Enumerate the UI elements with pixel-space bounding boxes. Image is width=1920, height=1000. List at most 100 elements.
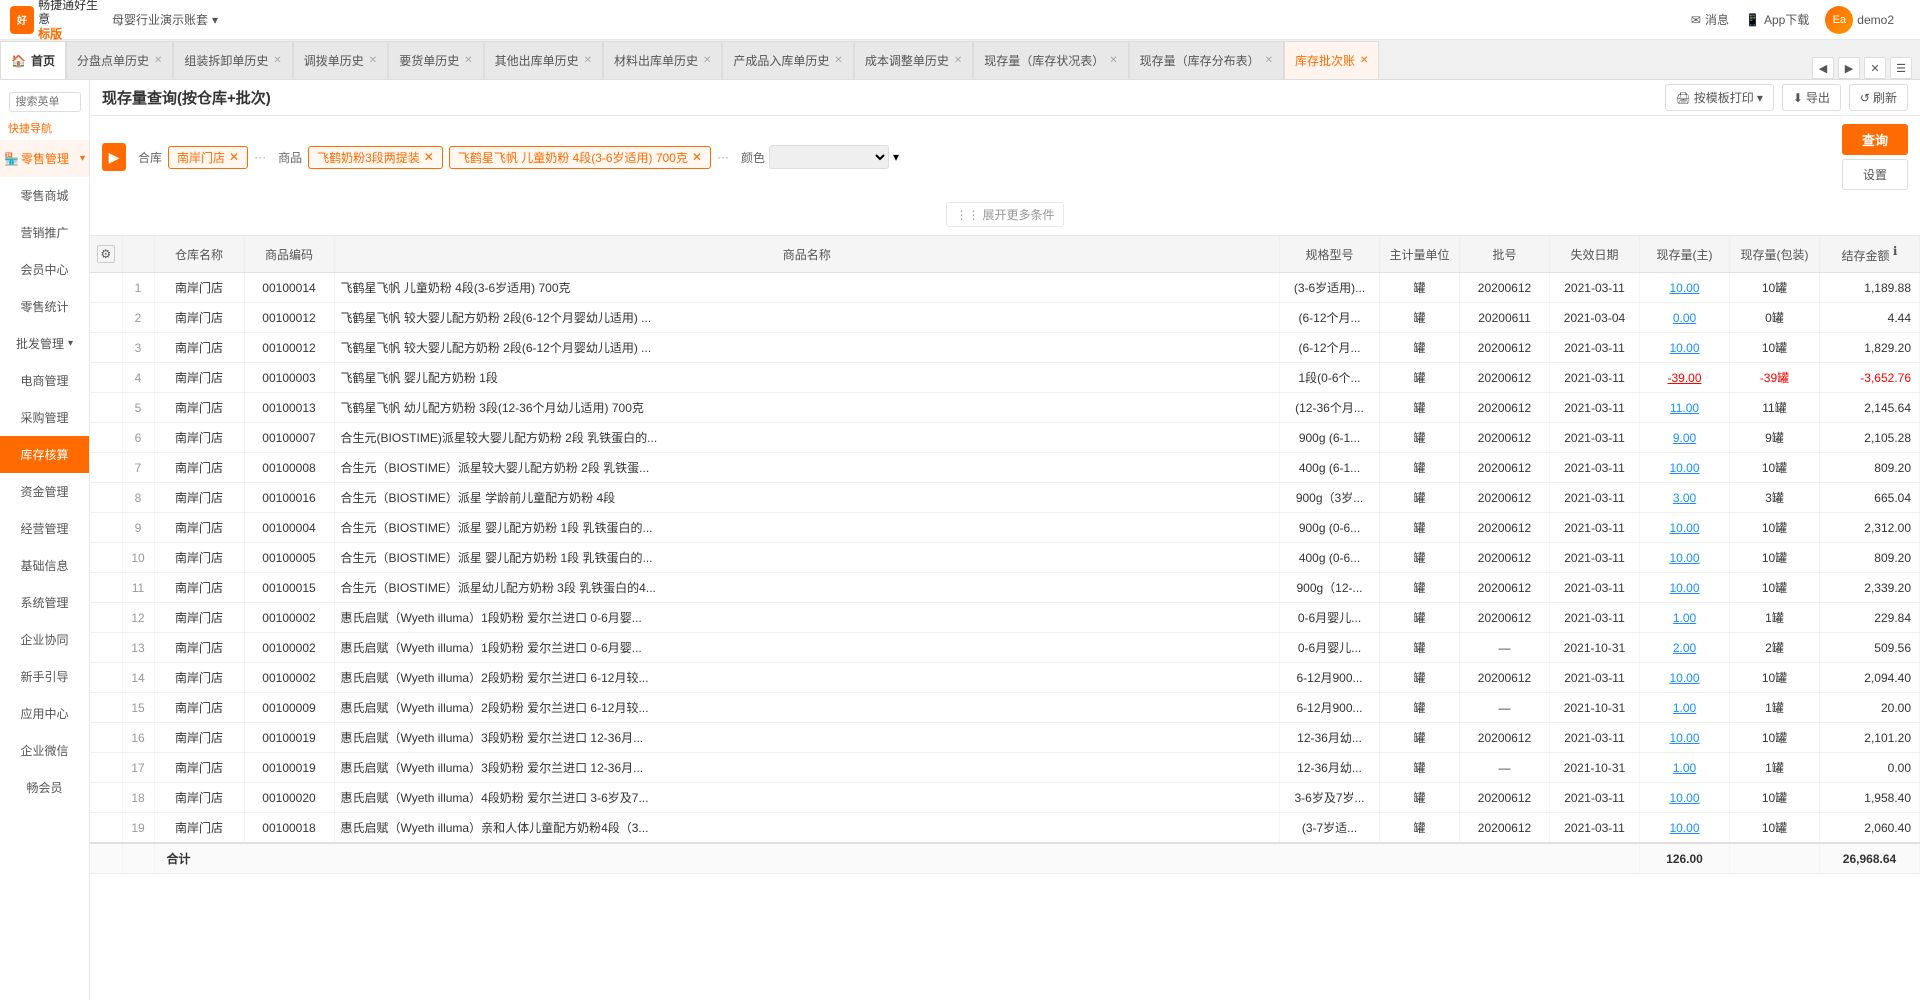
col-spec: 规格型号	[1280, 236, 1380, 273]
product-tag-1-remove[interactable]: ✕	[424, 150, 434, 164]
filter-area: ▶ 合库 南岸门店 ✕ ··· 商品 飞鹤奶粉3段两提装 ✕	[90, 116, 1920, 236]
query-buttons: 查询 设置	[1842, 124, 1908, 190]
logo-icon: 好	[10, 6, 34, 34]
top-right-actions: ✉ 消息 📱 App下载 Ea demo2	[1675, 6, 1910, 34]
table-footer: 合计 126.00 26,968.64	[90, 843, 1920, 874]
tab-stock-batch[interactable]: 库存批次账 ✕	[1284, 41, 1379, 79]
sidebar-item-corp-collab[interactable]: 企业协同	[0, 621, 89, 658]
table-row: 15 南岸门店 00100009 惠氏启赋（Wyeth illuma）2段奶粉 …	[90, 693, 1920, 723]
tab-fen-pan[interactable]: 分盘点单历史 ✕	[66, 41, 173, 79]
refresh-btn[interactable]: ↺ 刷新	[1849, 84, 1908, 111]
filter-expand-arrow[interactable]: ▶	[102, 143, 126, 171]
col-amount: 结存金额 ℹ	[1820, 236, 1920, 273]
sidebar-item-retail-stats[interactable]: 零售统计	[0, 288, 89, 325]
user-profile[interactable]: Ea demo2	[1825, 6, 1894, 34]
search-input[interactable]	[9, 92, 81, 112]
col-warehouse: 仓库名称	[154, 236, 244, 273]
sidebar-item-marketing[interactable]: 营销推广	[0, 214, 89, 251]
table-row: 17 南岸门店 00100019 惠氏启赋（Wyeth illuma）3段奶粉 …	[90, 753, 1920, 783]
page-title: 现存量查询(按仓库+批次)	[102, 87, 1659, 108]
avatar: Ea	[1825, 6, 1853, 34]
template-print-btn[interactable]: 🖨 按模板打印 ▾	[1665, 84, 1774, 111]
logo-text: 畅捷通好生意 标版	[38, 0, 100, 41]
table-row: 4 南岸门店 00100003 飞鹤星飞帆 婴儿配方奶粉 1段 1段(0-6个.…	[90, 363, 1920, 393]
tab-close-btn[interactable]: ✕	[1864, 57, 1886, 79]
sidebar-item-inventory[interactable]: 库存核算	[0, 436, 89, 473]
sidebar-item-retail-mall[interactable]: 零售商城	[0, 177, 89, 214]
table-row: 3 南岸门店 00100012 飞鹤星飞帆 较大婴儿配方奶粉 2段(6-12个月…	[90, 333, 1920, 363]
tab-yao-huo[interactable]: 要货单历史 ✕	[388, 41, 483, 79]
export-btn[interactable]: ⬇ 导出	[1782, 84, 1841, 111]
table-row: 11 南岸门店 00100015 合生元（BIOSTIME）派星幼儿配方奶粉 3…	[90, 573, 1920, 603]
nav-tab-controls: ◀ ▶ ✕ ☰	[1812, 57, 1920, 79]
table-row: 6 南岸门店 00100007 合生元(BIOSTIME)派星较大婴儿配方奶粉 …	[90, 423, 1920, 453]
sidebar-item-wholesale[interactable]: 批发管理 ▾	[0, 325, 89, 362]
message-btn[interactable]: ✉ 消息	[1691, 11, 1729, 28]
table-row: 5 南岸门店 00100013 飞鹤星飞帆 幼儿配方奶粉 3段(12-36个月幼…	[90, 393, 1920, 423]
sidebar-item-new-guide[interactable]: 新手引导	[0, 658, 89, 695]
settings-btn[interactable]: 设置	[1842, 159, 1908, 190]
warehouse-label: 合库	[138, 149, 162, 166]
sidebar-search[interactable]	[5, 88, 85, 116]
sidebar-item-member[interactable]: 会员中心	[0, 251, 89, 288]
col-qty-main: 现存量(主)	[1640, 236, 1730, 273]
tab-prev-btn[interactable]: ◀	[1812, 57, 1834, 79]
color-select[interactable]	[769, 145, 889, 169]
tab-zu-chai[interactable]: 组装拆卸单历史 ✕	[173, 41, 292, 79]
col-qty-pkg: 现存量(包装)	[1730, 236, 1820, 273]
expand-row: ⋮⋮ 展开更多条件	[102, 196, 1908, 227]
footer-total-amount: 26,968.64	[1820, 843, 1920, 874]
warehouse-tag[interactable]: 南岸门店 ✕	[168, 146, 248, 169]
quick-nav[interactable]: 快捷导航	[0, 116, 89, 140]
table-header-row: ⚙ 仓库名称 商品编码 商品名称 规格型号 主计量单位 批号 失效日期 现存量(…	[90, 236, 1920, 273]
sidebar-item-biz-mgmt[interactable]: 经营管理	[0, 510, 89, 547]
color-label: 颜色	[741, 149, 765, 166]
sidebar-item-sys-mgmt[interactable]: 系统管理	[0, 584, 89, 621]
product-more[interactable]: ···	[717, 150, 729, 164]
sidebar-item-corp-wechat[interactable]: 企业微信	[0, 732, 89, 769]
sidebar-item-basic-info[interactable]: 基础信息	[0, 547, 89, 584]
inventory-table: ⚙ 仓库名称 商品编码 商品名称 规格型号 主计量单位 批号 失效日期 现存量(…	[90, 236, 1920, 874]
top-bar: 好 畅捷通好生意 标版 母婴行业演示账套 ▾ ✉ 消息 📱 App下载 Ea d…	[0, 0, 1920, 40]
tab-stock-status[interactable]: 现存量（库存状况表） ✕	[973, 41, 1128, 79]
tab-stock-dist[interactable]: 现存量（库存分布表） ✕	[1129, 41, 1284, 79]
table-row: 19 南岸门店 00100018 惠氏启赋（Wyeth illuma）亲和人体儿…	[90, 813, 1920, 844]
sidebar-item-finance[interactable]: 资金管理	[0, 473, 89, 510]
filter-row: ▶ 合库 南岸门店 ✕ ··· 商品 飞鹤奶粉3段两提装 ✕	[102, 124, 1908, 190]
tab-other-out[interactable]: 其他出库单历史 ✕	[484, 41, 603, 79]
warehouse-tag-remove[interactable]: ✕	[229, 150, 239, 164]
product-tag-2-remove[interactable]: ✕	[692, 150, 702, 164]
tab-material-out[interactable]: 材料出库单历史 ✕	[603, 41, 722, 79]
table-row: 10 南岸门店 00100005 合生元（BIOSTIME）派星 婴儿配方奶粉 …	[90, 543, 1920, 573]
warehouse-more[interactable]: ···	[254, 150, 266, 164]
table-row: 8 南岸门店 00100016 合生元（BIOSTIME）派星 学龄前儿童配方奶…	[90, 483, 1920, 513]
col-settings[interactable]: ⚙	[90, 236, 122, 273]
query-btn[interactable]: 查询	[1842, 124, 1908, 155]
tab-home[interactable]: 🏠 首页	[0, 41, 66, 79]
tab-next-btn[interactable]: ▶	[1838, 57, 1860, 79]
sidebar-item-app-center[interactable]: 应用中心	[0, 695, 89, 732]
tab-diao-bo[interactable]: 调拨单历史 ✕	[293, 41, 388, 79]
tab-menu-btn[interactable]: ☰	[1890, 57, 1912, 79]
settings-icon[interactable]: ⚙	[97, 245, 115, 263]
industry-selector[interactable]: 母婴行业演示账套 ▾	[100, 11, 230, 28]
table-row: 12 南岸门店 00100002 惠氏启赋（Wyeth illuma）1段奶粉 …	[90, 603, 1920, 633]
header-actions: 🖨 按模板打印 ▾ ⬇ 导出 ↺ 刷新	[1665, 84, 1908, 111]
product-label: 商品	[278, 149, 302, 166]
sidebar-item-ecommerce[interactable]: 电商管理	[0, 362, 89, 399]
table-row: 2 南岸门店 00100012 飞鹤星飞帆 较大婴儿配方奶粉 2段(6-12个月…	[90, 303, 1920, 333]
warehouse-filter: 合库 南岸门店 ✕ ···	[138, 146, 266, 169]
expand-btn[interactable]: ⋮⋮ 展开更多条件	[946, 202, 1063, 227]
tab-cost-adjust[interactable]: 成本调整单历史 ✕	[854, 41, 973, 79]
product-tag-2[interactable]: 飞鹤星飞帆 儿童奶粉 4段(3-6岁适用) 700克 ✕	[449, 146, 711, 169]
sidebar-item-purchase[interactable]: 采购管理	[0, 399, 89, 436]
col-expire: 失效日期	[1550, 236, 1640, 273]
sidebar-item-vip[interactable]: 畅会员	[0, 769, 89, 806]
product-tag-1[interactable]: 飞鹤奶粉3段两提装 ✕	[308, 146, 443, 169]
tab-product-in[interactable]: 产成品入库单历史 ✕	[722, 41, 853, 79]
sidebar-item-retail-mgmt[interactable]: 🏪 零售管理 ▾	[0, 140, 89, 177]
table-row: 18 南岸门店 00100020 惠氏启赋（Wyeth illuma）4段奶粉 …	[90, 783, 1920, 813]
app-download-btn[interactable]: 📱 App下载	[1745, 11, 1809, 28]
main-layout: 快捷导航 🏪 零售管理 ▾ 零售商城 营销推广 会员中心 零售统计 批发管理 ▾…	[0, 80, 1920, 1000]
color-filter: 颜色 ▾	[741, 145, 899, 169]
